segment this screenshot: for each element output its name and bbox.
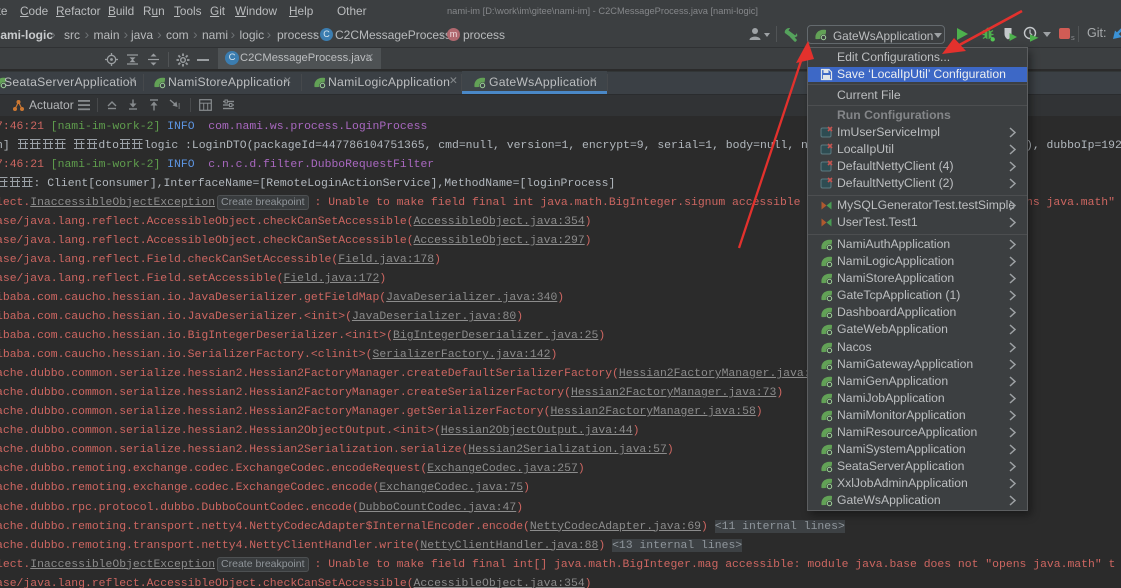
svg-text:I: I bbox=[178, 102, 180, 111]
